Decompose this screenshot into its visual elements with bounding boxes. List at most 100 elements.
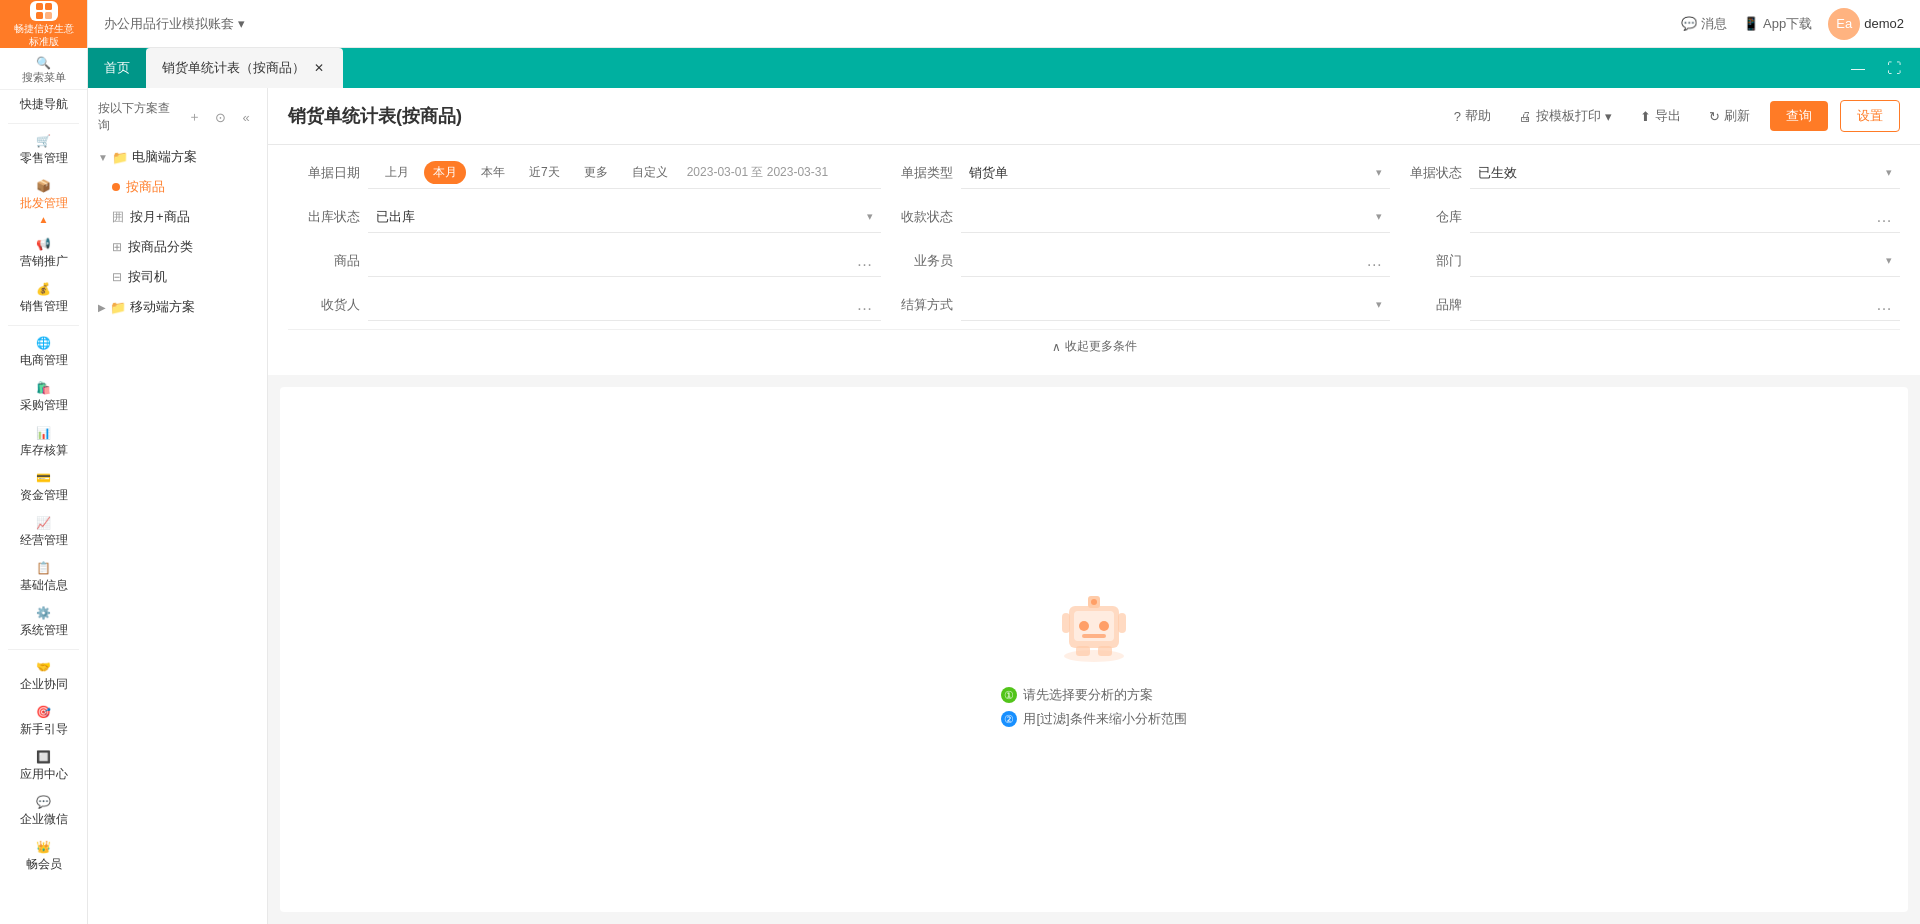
logo-subtext: 标准版: [29, 35, 59, 48]
date-btn-this-year[interactable]: 本年: [472, 161, 514, 184]
message-icon: 💬: [1681, 16, 1697, 31]
date-btn-more[interactable]: 更多: [575, 161, 617, 184]
user-avatar: Ea: [1828, 8, 1860, 40]
sidebar-search-menu[interactable]: 🔍 搜索菜单: [0, 48, 87, 90]
sidebar-item-newbie[interactable]: 🎯 新手引导: [0, 699, 87, 744]
help-icon: ?: [1454, 109, 1461, 124]
goods-filter-field[interactable]: …: [368, 245, 881, 277]
sidebar-item-ecommerce[interactable]: 🌐 电商管理: [0, 330, 87, 375]
dept-dropdown-icon: ▾: [1886, 254, 1892, 267]
tree-item-by-goods[interactable]: 按商品: [88, 172, 267, 202]
topbar-title[interactable]: 办公用品行业模拟账套 ▾: [104, 15, 245, 33]
refresh-label: 刷新: [1724, 107, 1750, 125]
sidebar-item-operations[interactable]: 📈 经营管理: [0, 510, 87, 555]
receipt-filter-field[interactable]: ▾: [961, 201, 1391, 233]
collapse-up-icon: ∧: [1052, 340, 1061, 354]
date-btn-custom[interactable]: 自定义: [623, 161, 677, 184]
tab-minimize-btn[interactable]: —: [1844, 54, 1872, 82]
tab-sales-report[interactable]: 销货单统计表（按商品） ✕: [146, 48, 343, 88]
salesperson-dots-icon[interactable]: …: [1366, 252, 1382, 270]
vip-label: 畅会员: [26, 856, 62, 873]
tab-close-icon[interactable]: ✕: [311, 60, 327, 76]
stock-label: 出库状态: [288, 208, 368, 226]
tree-item-by-category[interactable]: ⊞ 按商品分类: [88, 232, 267, 262]
date-btn-7days[interactable]: 近7天: [520, 161, 569, 184]
brand-filter-field[interactable]: …: [1470, 289, 1900, 321]
tree-item-by-month-goods[interactable]: 囲 按月+商品: [88, 202, 267, 232]
refresh-icon: ↻: [1709, 109, 1720, 124]
refresh-scheme-btn[interactable]: ⊙: [209, 106, 231, 128]
receiver-label: 收货人: [288, 296, 368, 314]
collapse-panel-btn[interactable]: «: [235, 106, 257, 128]
sidebar-item-basic[interactable]: 📋 基础信息: [0, 555, 87, 600]
receiver-filter-field[interactable]: …: [368, 289, 881, 321]
tab-home[interactable]: 首页: [88, 48, 146, 88]
refresh-btn[interactable]: ↻ 刷新: [1701, 103, 1758, 129]
sidebar-item-system[interactable]: ⚙️ 系统管理: [0, 600, 87, 645]
topbar-right: 💬 消息 📱 App下载 Ea demo2: [1681, 8, 1904, 40]
sidebar-item-vip[interactable]: 👑 畅会员: [0, 834, 87, 879]
retail-label: 零售管理: [20, 150, 68, 167]
tab-sales-report-label: 销货单统计表（按商品）: [162, 59, 305, 77]
sidebar-item-app-center[interactable]: 🔲 应用中心: [0, 744, 87, 789]
app-download-btn[interactable]: 📱 App下载: [1743, 15, 1812, 33]
finance-label: 资金管理: [20, 487, 68, 504]
sidebar-item-finance[interactable]: 💳 资金管理: [0, 465, 87, 510]
query-btn[interactable]: 查询: [1770, 101, 1828, 131]
app-center-label: 应用中心: [20, 766, 68, 783]
page-header: 销货单统计表(按商品) ? 帮助 🖨 按模板打印 ▾ ⬆: [268, 88, 1920, 145]
sidebar-item-purchase[interactable]: 🛍️ 采购管理: [0, 375, 87, 420]
sidebar-item-marketing[interactable]: 📢 营销推广: [0, 231, 87, 276]
sidebar-item-wholesale[interactable]: 📦 批发管理 ▲: [0, 173, 87, 231]
print-btn[interactable]: 🖨 按模板打印 ▾: [1511, 103, 1620, 129]
receiver-dots-icon[interactable]: …: [857, 296, 873, 314]
vip-icon: 👑: [36, 840, 51, 854]
tip-2-label: 用[过滤]条件来缩小分析范围: [1023, 710, 1186, 728]
salesperson-filter-field[interactable]: …: [961, 245, 1391, 277]
page-actions: ? 帮助 🖨 按模板打印 ▾ ⬆ 导出 ↻: [1446, 100, 1900, 132]
sidebar-item-retail[interactable]: 🛒 零售管理: [0, 128, 87, 173]
help-btn[interactable]: ? 帮助: [1446, 103, 1499, 129]
brand-dots-icon[interactable]: …: [1876, 296, 1892, 314]
inventory-icon: 📊: [36, 426, 51, 440]
tabbar-actions: — ⛶: [1844, 54, 1920, 82]
marketing-label: 营销推广: [20, 253, 68, 270]
goods-dots-icon[interactable]: …: [857, 252, 873, 270]
message-btn[interactable]: 💬 消息: [1681, 15, 1727, 33]
sidebar-item-quick-nav[interactable]: 快捷导航: [0, 90, 87, 119]
tip-dot-1: ①: [1001, 687, 1017, 703]
add-scheme-btn[interactable]: ＋: [183, 106, 205, 128]
warehouse-filter-field[interactable]: …: [1470, 201, 1900, 233]
payment-filter-field[interactable]: ▾: [961, 289, 1391, 321]
sidebar-item-enterprise[interactable]: 🤝 企业协同: [0, 654, 87, 699]
dept-filter-field[interactable]: ▾: [1470, 245, 1900, 277]
collapse-btn[interactable]: ∧ 收起更多条件: [288, 329, 1900, 363]
finance-icon: 💳: [36, 471, 51, 485]
status-filter-field[interactable]: 已生效 ▾: [1470, 157, 1900, 189]
newbie-label: 新手引导: [20, 721, 68, 738]
tab-home-label: 首页: [104, 59, 130, 77]
stock-filter-field[interactable]: 已出库 ▾: [368, 201, 881, 233]
empty-state: ① 请先选择要分析的方案 ② 用[过滤]条件来缩小分析范围: [280, 387, 1908, 912]
tree-item-category-label: 按商品分类: [128, 238, 193, 256]
search-icon: 🔍: [6, 56, 81, 70]
svg-point-7: [1079, 621, 1089, 631]
svg-point-11: [1091, 599, 1097, 605]
tab-maximize-btn[interactable]: ⛶: [1880, 54, 1908, 82]
search-label: 搜索菜单: [6, 70, 81, 85]
tree-section-mobile[interactable]: ▶ 📁 移动端方案: [88, 292, 267, 322]
settings-btn[interactable]: 设置: [1840, 100, 1900, 132]
export-btn[interactable]: ⬆ 导出: [1632, 103, 1689, 129]
date-btn-last-month[interactable]: 上月: [376, 161, 418, 184]
sidebar-item-inventory[interactable]: 📊 库存核算: [0, 420, 87, 465]
tree-section-desktop[interactable]: ▼ 📁 电脑端方案: [88, 142, 267, 172]
type-filter-field[interactable]: 销货单 ▾: [961, 157, 1391, 189]
warehouse-dots-icon[interactable]: …: [1876, 208, 1892, 226]
tree-item-by-driver[interactable]: ⊟ 按司机: [88, 262, 267, 292]
sidebar-item-enterprise-wechat[interactable]: 💬 企业微信: [0, 789, 87, 834]
left-panel: 按以下方案查询 ＋ ⊙ « ▼ 📁 电脑端方案: [88, 88, 268, 924]
sidebar-item-sales[interactable]: 💰 销售管理: [0, 276, 87, 321]
date-btn-this-month[interactable]: 本月: [424, 161, 466, 184]
user-btn[interactable]: Ea demo2: [1828, 8, 1904, 40]
filter-row-1: 单据日期 上月 本月 本年 近7天 更多 自定义 2023-03-01 至 20…: [288, 157, 1900, 189]
